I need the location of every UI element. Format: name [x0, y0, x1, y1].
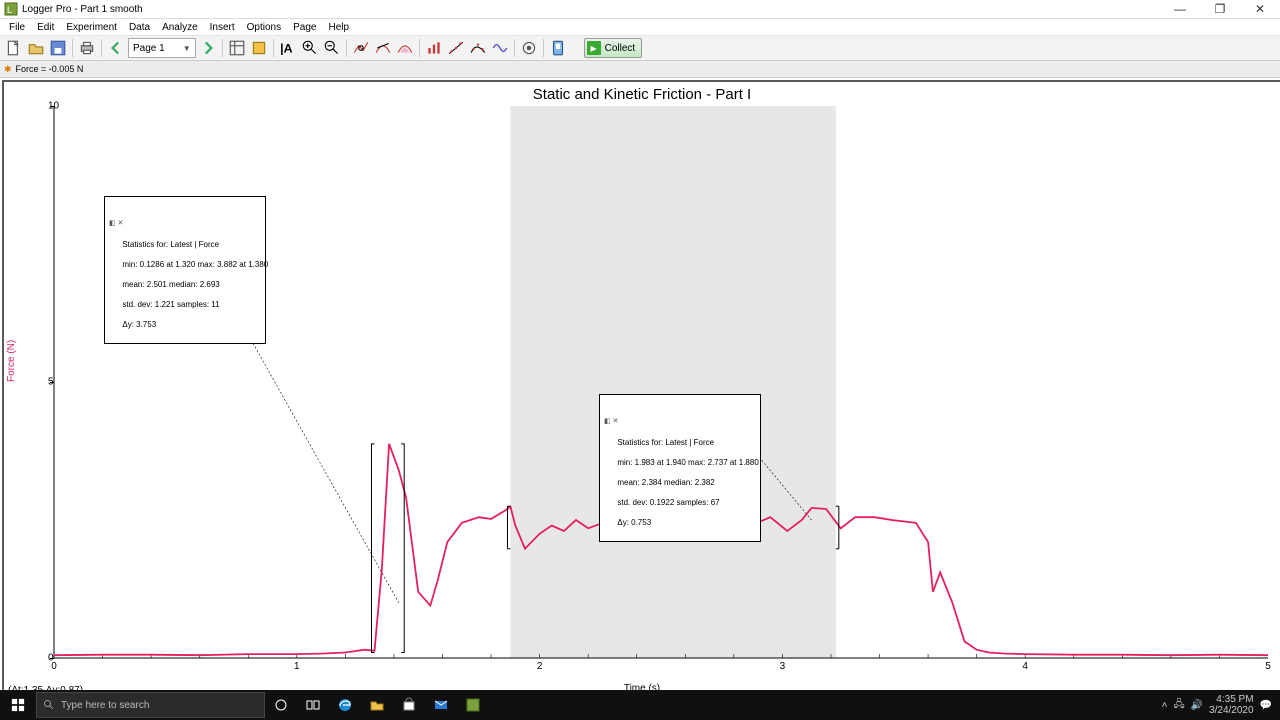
stats-box-handle-icon[interactable]: ◧ ✕ [109, 220, 261, 229]
x-tick-label: 4 [1022, 661, 1028, 672]
stats-box-2-title: Statistics for: Latest | Force [617, 438, 714, 447]
menu-insert[interactable]: Insert [205, 22, 240, 33]
x-tick-label: 2 [537, 661, 543, 672]
save-file-icon[interactable] [48, 38, 68, 58]
menu-experiment[interactable]: Experiment [61, 22, 122, 33]
zoom-out-icon[interactable] [322, 38, 342, 58]
play-icon: ▶ [587, 41, 601, 55]
menu-options[interactable]: Options [242, 22, 286, 33]
menu-analyze[interactable]: Analyze [157, 22, 203, 33]
taskbar-search[interactable]: Type here to search [36, 692, 265, 718]
system-tray[interactable]: ˄ 🖧 🔊 4:35 PM 3/24/2020 💬 [1154, 694, 1280, 716]
notifications-icon[interactable]: 💬 [1260, 700, 1272, 711]
linear-fit-icon[interactable] [446, 38, 466, 58]
windows-taskbar: Type here to search ˄ 🖧 🔊 4:35 PM 3/24/2… [0, 690, 1280, 720]
page-selector[interactable]: Page 1 ▼ [128, 38, 196, 58]
integral-icon[interactable] [395, 38, 415, 58]
page-selector-label: Page 1 [133, 43, 165, 54]
tangent-icon[interactable] [373, 38, 393, 58]
window-maximize-button[interactable]: ❐ [1200, 0, 1240, 18]
sensor-readout: Force = -0.005 N [16, 64, 84, 74]
zoom-in-icon[interactable] [300, 38, 320, 58]
x-tick-label: 0 [51, 661, 57, 672]
curve-fit-icon[interactable] [468, 38, 488, 58]
window-close-button[interactable]: ✕ [1240, 0, 1280, 18]
tray-chevron-icon[interactable]: ˄ [1162, 700, 1168, 711]
sensor-icon: ✱ [4, 64, 12, 75]
next-page-icon[interactable] [198, 38, 218, 58]
window-titlebar: L Logger Pro - Part 1 smooth — ❐ ✕ [0, 0, 1280, 19]
x-tick-label: 5 [1265, 661, 1271, 672]
x-tick-label: 3 [780, 661, 786, 672]
examine-icon[interactable] [351, 38, 371, 58]
stats-box-1-title: Statistics for: Latest | Force [122, 240, 219, 249]
stats-box-1[interactable]: ◧ ✕ Statistics for: Latest | Force min: … [104, 196, 266, 344]
window-minimize-button[interactable]: — [1160, 0, 1200, 18]
menu-data[interactable]: Data [124, 22, 155, 33]
taskbar-clock[interactable]: 4:35 PM 3/24/2020 [1209, 694, 1254, 716]
labquest-icon[interactable] [548, 38, 568, 58]
start-button[interactable] [0, 690, 36, 720]
print-icon[interactable] [77, 38, 97, 58]
network-icon[interactable]: 🖧 [1173, 697, 1184, 714]
data-collection-setup-icon[interactable] [519, 38, 539, 58]
task-view-icon[interactable] [297, 690, 329, 720]
volume-icon[interactable]: 🔊 [1191, 700, 1203, 711]
cortana-icon[interactable] [265, 690, 297, 720]
window-title: Logger Pro - Part 1 smooth [22, 4, 143, 15]
app-icon: L [4, 2, 18, 16]
stats-box-2[interactable]: ◧ ✕ Statistics for: Latest | Force min: … [599, 394, 761, 542]
stats-icon[interactable] [424, 38, 444, 58]
svg-text:|A: |A [280, 42, 292, 56]
open-file-icon[interactable] [26, 38, 46, 58]
plot-area[interactable]: 0510 012345 ◧ ✕ Statistics for: Latest |… [54, 106, 1268, 658]
menubar: File Edit Experiment Data Analyze Insert… [0, 19, 1280, 36]
stats-box-handle-icon[interactable]: ◧ ✕ [604, 418, 756, 427]
collect-button[interactable]: ▶ Collect [584, 38, 643, 58]
edge-icon[interactable] [329, 690, 361, 720]
model-icon[interactable] [490, 38, 510, 58]
menu-file[interactable]: File [4, 22, 30, 33]
toolbar: Page 1 ▼ |A ▶ Collect [0, 36, 1280, 61]
search-placeholder: Type here to search [61, 700, 149, 711]
data-browser-icon[interactable] [227, 38, 247, 58]
menu-help[interactable]: Help [323, 22, 354, 33]
search-icon [43, 699, 55, 711]
new-file-icon[interactable] [4, 38, 24, 58]
collect-label: Collect [605, 43, 636, 54]
graph-panel: Static and Kinetic Friction - Part I For… [2, 80, 1280, 700]
sensor-readout-bar: ✱ Force = -0.005 N [0, 61, 1280, 78]
mail-icon[interactable] [425, 690, 457, 720]
menu-page[interactable]: Page [288, 22, 321, 33]
chevron-down-icon: ▼ [183, 44, 191, 53]
store-run-icon[interactable] [249, 38, 269, 58]
svg-text:L: L [7, 5, 12, 15]
file-explorer-icon[interactable] [361, 690, 393, 720]
autoscale-icon[interactable]: |A [278, 38, 298, 58]
menu-edit[interactable]: Edit [32, 22, 59, 33]
store-icon[interactable] [393, 690, 425, 720]
prev-page-icon[interactable] [106, 38, 126, 58]
graph-title: Static and Kinetic Friction - Part I [4, 86, 1280, 103]
x-tick-label: 1 [294, 661, 300, 672]
y-axis-label[interactable]: Force (N) [6, 340, 17, 382]
loggerpro-taskbar-icon[interactable] [457, 690, 489, 720]
